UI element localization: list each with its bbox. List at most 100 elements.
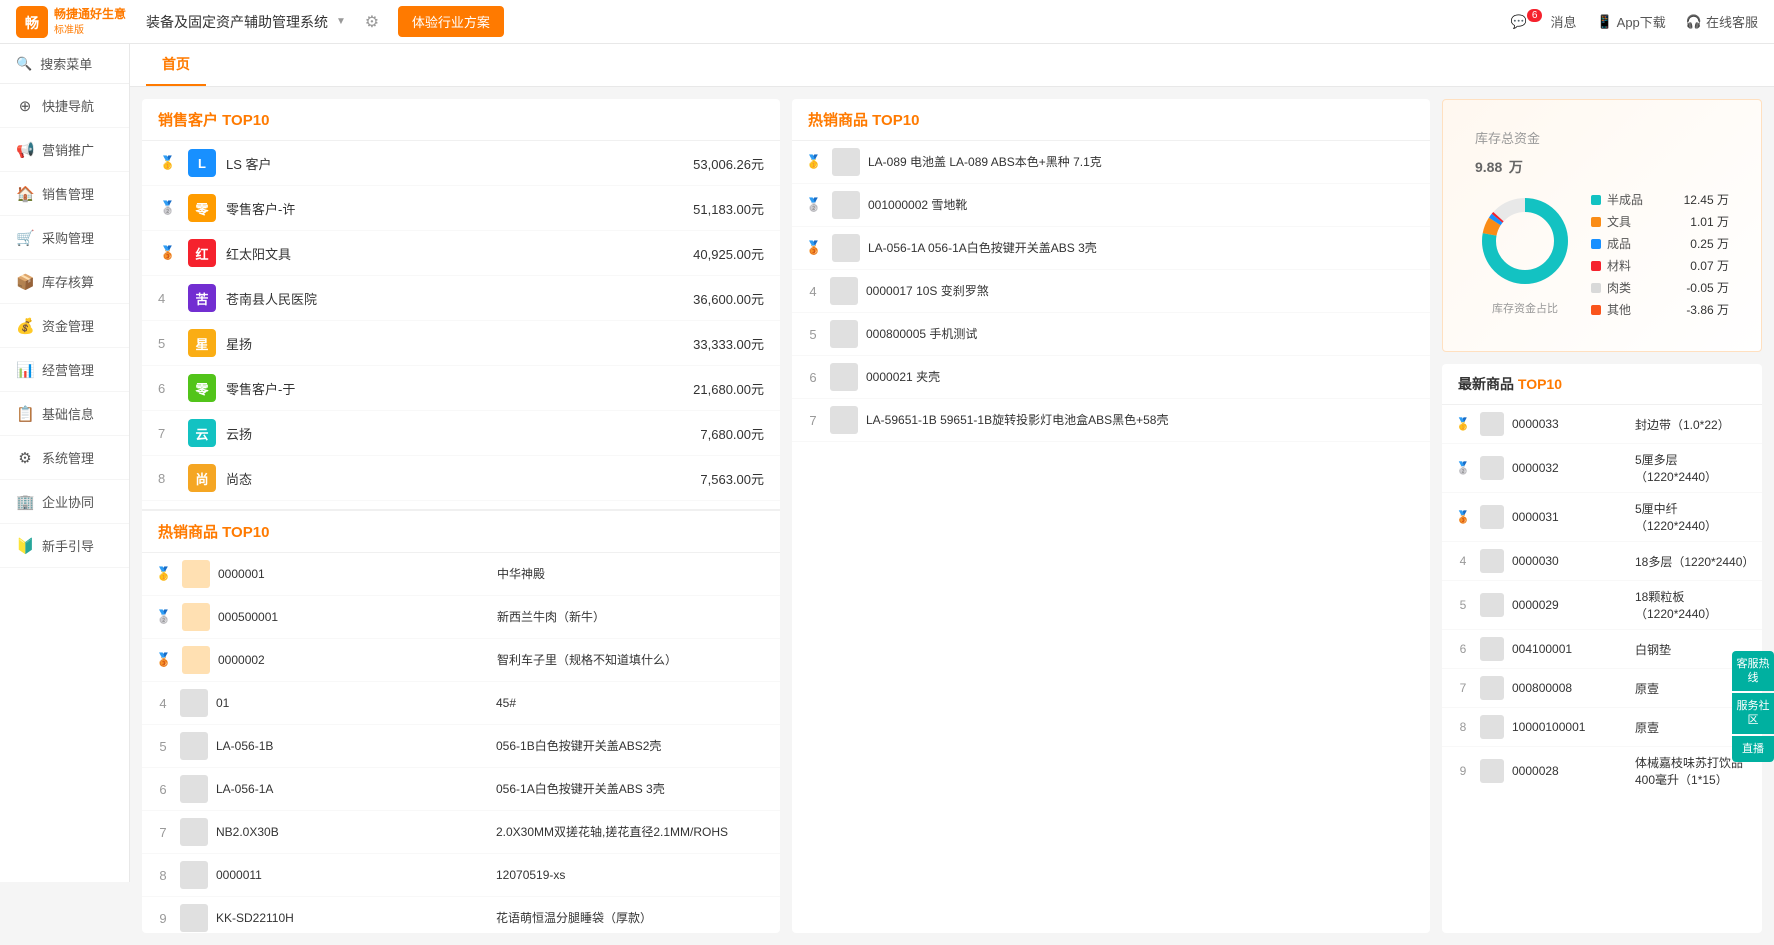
floating-service: 客服热线 服务社区 直播 bbox=[1732, 651, 1774, 762]
prod-img-2 bbox=[182, 603, 210, 631]
sidebar-item-basic-info[interactable]: 📋 基础信息 bbox=[0, 392, 129, 436]
rp-rank-4: 4 bbox=[804, 284, 822, 299]
rp-code-6: 0000021 bbox=[866, 370, 916, 384]
app-download-button[interactable]: 📱 App下载 bbox=[1596, 12, 1665, 31]
rp-info-1: LA-089 电池盖 LA-089 ABS本色+黑种 7.1克 bbox=[868, 154, 1418, 171]
prod-code-4: 01 bbox=[216, 695, 488, 712]
list-item: 6 0000021 夹壳 bbox=[792, 356, 1430, 399]
sidebar-item-purchase[interactable]: 🛒 采购管理 bbox=[0, 216, 129, 260]
sidebar-item-operations[interactable]: 📊 经营管理 bbox=[0, 348, 129, 392]
newest-products-panel: 最新商品 TOP10 🥇 0000033 封边带（1.0*22） 🥈 00000… bbox=[1442, 364, 1762, 933]
rp-img-3 bbox=[832, 234, 860, 262]
customer-avatar-3: 红 bbox=[188, 239, 216, 267]
prod-medal-2: 🥈 bbox=[154, 609, 174, 625]
newest-products-list: 🥇 0000033 封边带（1.0*22） 🥈 0000032 5厘多层（122… bbox=[1442, 405, 1762, 785]
prod-code-2: 000500001 bbox=[218, 609, 489, 626]
rp-info-7: LA-59651-1B 59651-1B旋转投影灯电池盒ABS黑色+58壳 bbox=[866, 412, 1418, 429]
list-item: 🥉 0000002 智利车子里（规格不知道填什么） bbox=[142, 639, 780, 682]
list-item: 🥈 0000032 5厘多层（1220*2440） bbox=[1442, 444, 1762, 493]
prod-medal-1: 🥇 bbox=[154, 566, 174, 582]
message-badge: 6 bbox=[1527, 9, 1543, 22]
sidebar-item-guide[interactable]: 🔰 新手引导 bbox=[0, 524, 129, 568]
list-item: 5 LA-056-1B 056-1B白色按键开关盖ABS2壳 bbox=[142, 725, 780, 768]
message-button[interactable]: 💬 6 消息 bbox=[1511, 12, 1577, 31]
list-item: 8 尚 尚态 7,563.00元 bbox=[142, 456, 780, 501]
sidebar-item-enterprise[interactable]: 🏢 企业协同 bbox=[0, 480, 129, 524]
customer-amount-2: 51,183.00元 bbox=[693, 199, 764, 218]
newest-top10-badge: TOP10 bbox=[1518, 376, 1562, 392]
customer-name-2: 零售客户-许 bbox=[226, 199, 683, 218]
float-btn-live[interactable]: 直播 bbox=[1732, 736, 1774, 762]
rp-info-5: 000800005 手机测试 bbox=[866, 326, 1418, 343]
system-selector[interactable]: 装备及固定资产辅助管理系统 ▼ bbox=[146, 12, 346, 32]
sidebar-item-finance-label: 资金管理 bbox=[42, 316, 94, 335]
newest-rank-5: 5 bbox=[1454, 598, 1472, 612]
sidebar-item-marketing[interactable]: 📢 营销推广 bbox=[0, 128, 129, 172]
prod-code-5: LA-056-1B bbox=[216, 738, 488, 755]
tab-home[interactable]: 首页 bbox=[146, 44, 206, 86]
trial-button[interactable]: 体验行业方案 bbox=[398, 6, 504, 37]
legend-label-3: 材料 bbox=[1607, 257, 1684, 274]
legend-item-wenju: 文具 1.01 万 bbox=[1591, 213, 1729, 230]
logo-icon: 畅 bbox=[16, 6, 48, 38]
sidebar-item-system-mgmt[interactable]: ⚙ 系统管理 bbox=[0, 436, 129, 480]
float-btn-community[interactable]: 服务社区 bbox=[1732, 693, 1774, 734]
search-menu-item[interactable]: 🔍 搜索菜单 bbox=[0, 44, 129, 84]
search-icon: 🔍 bbox=[16, 56, 32, 72]
rp-rank-7: 7 bbox=[804, 413, 822, 428]
customer-name-8: 尚态 bbox=[226, 469, 690, 488]
prod-name-4: 45# bbox=[496, 695, 768, 712]
rp-img-2 bbox=[832, 191, 860, 219]
rp-name-7: 59651-1B旋转投影灯电池盒ABS黑色+58壳 bbox=[940, 413, 1168, 427]
list-item: 🥈 零 零售客户-许 51,183.00元 bbox=[142, 186, 780, 231]
sidebar-item-inventory[interactable]: 📦 库存核算 bbox=[0, 260, 129, 304]
prod-img-6 bbox=[180, 775, 208, 803]
prod-rank-9: 9 bbox=[154, 911, 172, 926]
rp-code-7: LA-59651-1B bbox=[866, 413, 940, 427]
newest-name-4: 18多层（1220*2440） bbox=[1635, 553, 1750, 570]
legend-dot-banchenpin bbox=[1591, 195, 1601, 205]
list-item: 4 0000017 10S 变刹罗煞 bbox=[792, 270, 1430, 313]
hot-products-right-header: 热销商品 TOP10 bbox=[792, 99, 1430, 141]
prod-name-5: 056-1B白色按键开关盖ABS2壳 bbox=[496, 738, 768, 755]
rp-img-6 bbox=[830, 363, 858, 391]
legend-dot-qita bbox=[1591, 305, 1601, 315]
rp-medal-2: 🥈 bbox=[804, 197, 824, 213]
newest-rank-4: 4 bbox=[1454, 554, 1472, 568]
legend-label-1: 文具 bbox=[1607, 213, 1684, 230]
inv-amount-num: 9.88 bbox=[1475, 159, 1502, 175]
newest-img-9 bbox=[1480, 759, 1504, 783]
online-service-button[interactable]: 🎧 在线客服 bbox=[1686, 12, 1758, 31]
sidebar-item-sales[interactable]: 🏠 销售管理 bbox=[0, 172, 129, 216]
hot-products-right-title: 热销商品 TOP10 bbox=[808, 109, 919, 130]
legend-val-3: 0.07 万 bbox=[1690, 257, 1729, 274]
donut-svg bbox=[1475, 191, 1575, 291]
sidebar-item-operations-label: 经营管理 bbox=[42, 360, 94, 379]
list-item: 7 云 云扬 7,680.00元 bbox=[142, 411, 780, 456]
main-content: 首页 销售客户 TOP10 🥇 L LS 客户 53,006.26元 🥈 零 bbox=[130, 44, 1774, 945]
newest-code-4: 0000030 bbox=[1512, 554, 1627, 568]
list-item: 🥉 LA-056-1A 056-1A白色按键开关盖ABS 3壳 bbox=[792, 227, 1430, 270]
inventory-panel: 库存总资金 9.88 万 bbox=[1442, 99, 1762, 352]
sidebar-item-purchase-label: 采购管理 bbox=[42, 228, 94, 247]
list-item: 🥇 L LS 客户 53,006.26元 bbox=[142, 141, 780, 186]
newest-title: 最新商品 bbox=[1458, 376, 1518, 392]
medal-3: 🥉 bbox=[158, 245, 178, 261]
legend-item-qita: 其他 -3.86 万 bbox=[1591, 301, 1729, 318]
sidebar-item-finance[interactable]: 💰 资金管理 bbox=[0, 304, 129, 348]
newest-img-4 bbox=[1480, 549, 1504, 573]
sidebar-item-quick-nav[interactable]: ⊕ 快捷导航 bbox=[0, 84, 129, 128]
customer-amount-7: 7,680.00元 bbox=[700, 424, 764, 443]
gear-button[interactable]: ⚙ bbox=[358, 8, 386, 36]
newest-code-3: 0000031 bbox=[1512, 510, 1627, 524]
prod-code-3: 0000002 bbox=[218, 652, 489, 669]
rp-info-4: 0000017 10S 变刹罗煞 bbox=[866, 283, 1418, 300]
list-item: 7 000800008 原壹 bbox=[1442, 669, 1762, 708]
hot-products-header: 热销商品 TOP10 bbox=[142, 511, 780, 553]
float-btn-service[interactable]: 客服热线 bbox=[1732, 651, 1774, 692]
sales-icon: 🏠 bbox=[16, 185, 34, 203]
prod-medal-3: 🥉 bbox=[154, 652, 174, 668]
customer-avatar-2: 零 bbox=[188, 194, 216, 222]
prod-code-1: 0000001 bbox=[218, 566, 489, 583]
newest-rank-9: 9 bbox=[1454, 764, 1472, 778]
